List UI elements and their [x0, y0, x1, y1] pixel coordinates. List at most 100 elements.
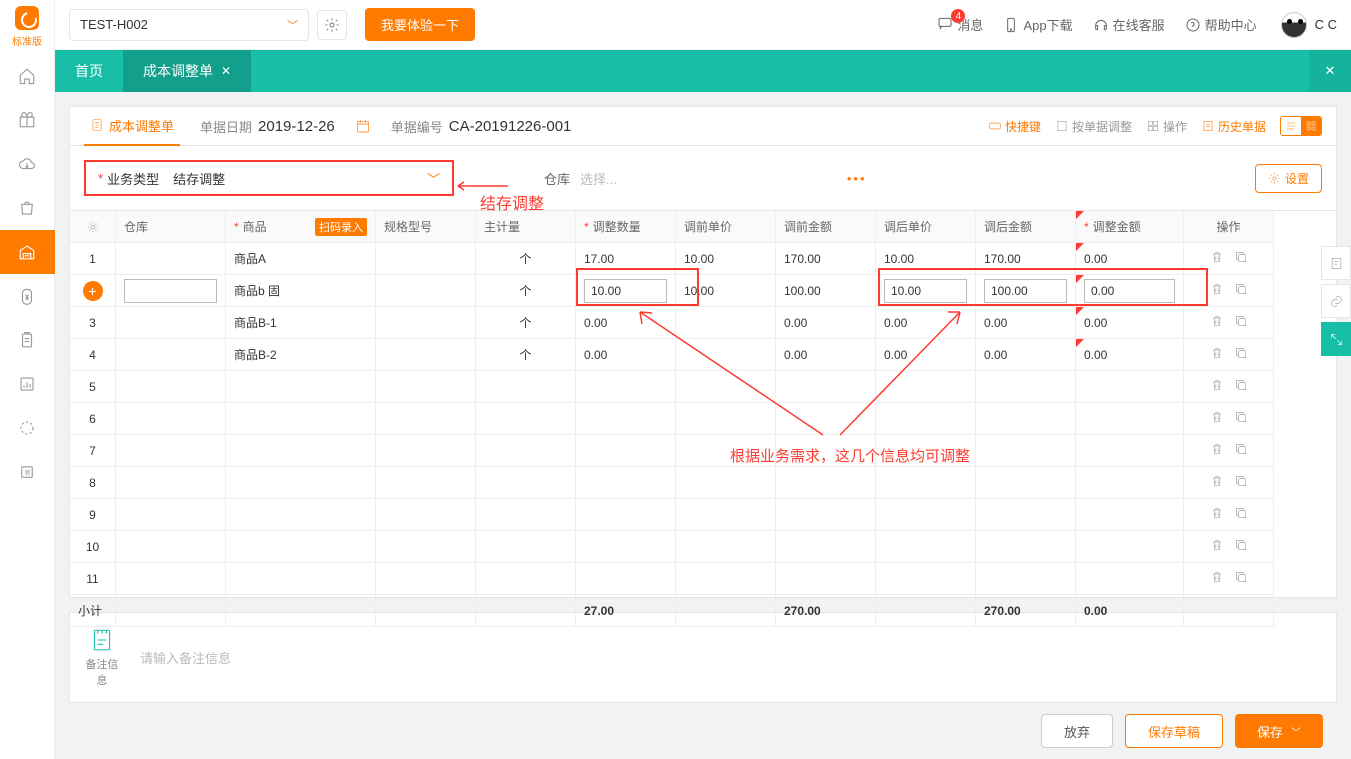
delete-icon[interactable] — [1210, 506, 1224, 523]
cell-spec[interactable] — [376, 563, 476, 595]
cell-warehouse[interactable] — [116, 563, 226, 595]
cell-spec[interactable] — [376, 435, 476, 467]
close-icon[interactable]: ✕ — [221, 64, 231, 78]
cell-post-price[interactable]: 10.00 — [876, 275, 976, 307]
copy-icon[interactable] — [1234, 506, 1248, 523]
discard-button[interactable]: 放弃 — [1041, 714, 1113, 748]
delete-icon[interactable] — [1210, 282, 1224, 299]
cell-post-amt[interactable] — [976, 499, 1076, 531]
cell-warehouse[interactable] — [116, 371, 226, 403]
delete-icon[interactable] — [1210, 442, 1224, 459]
cell-post-amt[interactable] — [976, 371, 1076, 403]
cell-product[interactable] — [226, 499, 376, 531]
cell-qty[interactable] — [576, 499, 676, 531]
cell-post-price[interactable]: 10.00 — [876, 243, 976, 275]
nav-bag-icon[interactable] — [0, 186, 55, 230]
more-icon[interactable]: ••• — [847, 171, 867, 186]
cell-post-amt[interactable]: 170.00 — [976, 243, 1076, 275]
cell-product[interactable]: 商品b 固 — [226, 275, 376, 307]
cell-adj-amt[interactable] — [1076, 371, 1184, 403]
cell-spec[interactable] — [376, 307, 476, 339]
warehouse-select[interactable]: 选择... — [580, 169, 617, 188]
cell-post-price[interactable] — [876, 403, 976, 435]
view-toggle[interactable] — [1280, 116, 1322, 136]
cell-adj-amt[interactable]: 0.00 — [1076, 275, 1184, 307]
cell-qty[interactable]: 10.00 — [576, 275, 676, 307]
shop-selector[interactable]: TEST-H002 ﹀ — [69, 9, 309, 41]
delete-icon[interactable] — [1210, 538, 1224, 555]
copy-icon[interactable] — [1234, 538, 1248, 555]
cell-product[interactable] — [226, 371, 376, 403]
copy-icon[interactable] — [1234, 282, 1248, 299]
delete-icon[interactable] — [1210, 314, 1224, 331]
cell-spec[interactable] — [376, 243, 476, 275]
scan-input-tag[interactable]: 扫码录入 — [315, 218, 367, 236]
cell-qty[interactable]: 17.00 — [576, 243, 676, 275]
cell-warehouse[interactable] — [116, 307, 226, 339]
expand-tool-icon[interactable] — [1321, 322, 1351, 356]
cell-adj-amt[interactable] — [1076, 467, 1184, 499]
delete-icon[interactable] — [1210, 410, 1224, 427]
cell-product[interactable] — [226, 467, 376, 499]
delete-icon[interactable] — [1210, 250, 1224, 267]
notes-input[interactable]: 请输入备注信息 — [140, 648, 231, 667]
cell-qty[interactable] — [576, 563, 676, 595]
copy-icon[interactable] — [1234, 410, 1248, 427]
cell-product[interactable]: 商品B-2 — [226, 339, 376, 371]
cell-post-price[interactable] — [876, 467, 976, 499]
copy-icon[interactable] — [1234, 250, 1248, 267]
cell-post-price[interactable] — [876, 531, 976, 563]
customer-service-link[interactable]: 在线客服 — [1093, 15, 1165, 34]
cell-adj-amt[interactable] — [1076, 403, 1184, 435]
cell-post-price[interactable] — [876, 499, 976, 531]
cell-product[interactable] — [226, 403, 376, 435]
messages-link[interactable]: 消息 — [937, 15, 983, 34]
cell-post-price[interactable]: 0.00 — [876, 307, 976, 339]
cell-product[interactable]: 商品A — [226, 243, 376, 275]
operate-link[interactable]: 操作 — [1146, 118, 1187, 135]
copy-icon[interactable] — [1234, 474, 1248, 491]
cell-post-price[interactable]: 0.00 — [876, 339, 976, 371]
help-center-link[interactable]: 帮助中心 — [1185, 15, 1257, 34]
cell-warehouse[interactable] — [116, 435, 226, 467]
nav-new-icon[interactable]: 新 — [0, 450, 55, 494]
cell-warehouse[interactable] — [116, 467, 226, 499]
settings-button[interactable] — [317, 10, 347, 40]
cell-post-amt[interactable] — [976, 467, 1076, 499]
nav-loading-icon[interactable] — [0, 406, 55, 450]
save-button[interactable]: 保存﹀ — [1235, 714, 1323, 748]
copy-icon[interactable] — [1234, 378, 1248, 395]
cell-product[interactable] — [226, 435, 376, 467]
nav-warehouse-icon[interactable] — [0, 230, 55, 274]
nav-cloud-icon[interactable] — [0, 142, 55, 186]
settings-button[interactable]: 设置 — [1255, 164, 1322, 193]
note-tool-icon[interactable] — [1321, 246, 1351, 280]
cell-warehouse[interactable] — [116, 403, 226, 435]
save-draft-button[interactable]: 保存草稿 — [1125, 714, 1223, 748]
cell-adj-amt[interactable] — [1076, 499, 1184, 531]
doc-title-tab[interactable]: 成本调整单 — [84, 106, 180, 146]
delete-icon[interactable] — [1210, 474, 1224, 491]
cell-post-amt[interactable] — [976, 531, 1076, 563]
user-avatar[interactable] — [1281, 12, 1307, 38]
try-button[interactable]: 我要体验一下 — [365, 8, 475, 41]
row-add[interactable]: + — [70, 275, 116, 307]
cell-spec[interactable] — [376, 339, 476, 371]
cell-adj-amt[interactable]: 0.00 — [1076, 243, 1184, 275]
calendar-icon[interactable] — [355, 118, 371, 134]
cell-product[interactable] — [226, 563, 376, 595]
close-all-tabs[interactable]: ✕ — [1309, 50, 1351, 92]
cell-qty[interactable] — [576, 403, 676, 435]
cell-adj-amt[interactable]: 0.00 — [1076, 307, 1184, 339]
cell-spec[interactable] — [376, 467, 476, 499]
grid-view-icon[interactable] — [1301, 117, 1321, 135]
cell-spec[interactable] — [376, 531, 476, 563]
copy-icon[interactable] — [1234, 346, 1248, 363]
cell-warehouse[interactable] — [116, 275, 226, 307]
cell-adj-amt[interactable] — [1076, 435, 1184, 467]
cell-spec[interactable] — [376, 403, 476, 435]
delete-icon[interactable] — [1210, 378, 1224, 395]
cell-spec[interactable] — [376, 499, 476, 531]
cell-qty[interactable] — [576, 467, 676, 499]
cell-qty[interactable] — [576, 531, 676, 563]
